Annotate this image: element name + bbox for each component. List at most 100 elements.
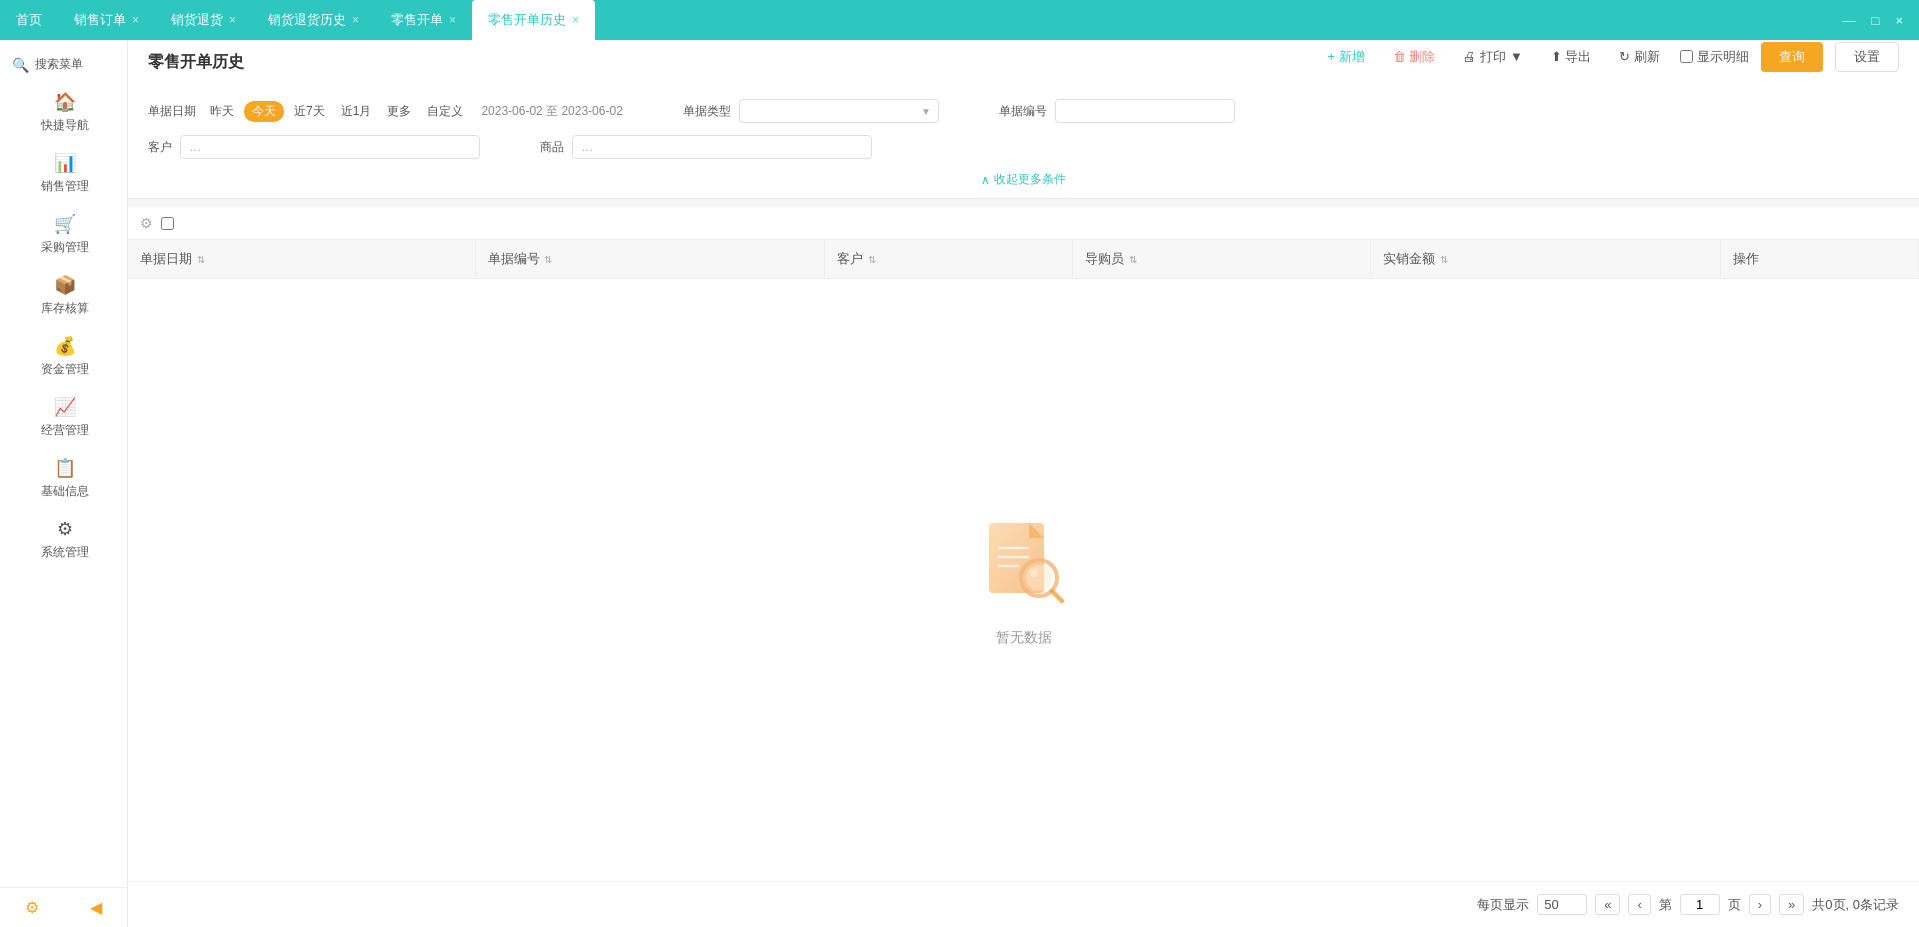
sidebar-collapse-btn[interactable]: ◀	[90, 898, 102, 917]
top-nav-tab-销货退货历史[interactable]: 销货退货历史 ×	[252, 0, 375, 40]
content-area: 零售开单历史 + 新增 🗑 删除 🖨 打印 ▼ ⬆ 导出 ↻ 刷新 显示明细 查…	[128, 40, 1919, 927]
table-area: ⚙ 单据日期 ⇅单据编号 ⇅客户 ⇅导购员 ⇅实销金额 ⇅操作	[128, 207, 1919, 881]
delete-button[interactable]: 🗑 删除	[1385, 44, 1444, 70]
tab-label: 销货退货历史	[268, 11, 346, 29]
sidebar-bottom: ⚙ ◀	[0, 887, 127, 927]
sort-icon-2: ⇅	[865, 254, 876, 265]
sidebar-search-label: 搜索菜单	[35, 56, 83, 73]
top-nav-tab-销货退货[interactable]: 销货退货×	[155, 0, 252, 40]
customer-input[interactable]: …	[180, 135, 480, 159]
date-btn-1[interactable]: 今天	[244, 101, 284, 122]
col-header-1[interactable]: 单据编号 ⇅	[475, 240, 824, 279]
col-header-0[interactable]: 单据日期 ⇅	[128, 240, 475, 279]
main-layout: 🔍 搜索菜单 🏠快捷导航📊销售管理🛒采购管理 📦 库存核算 💰资金管理📈经营管理📋基础…	[0, 40, 1919, 927]
sidebar-item-3[interactable]: 📦 库存核算	[38, 264, 89, 325]
empty-state: 暂无数据	[128, 279, 1919, 881]
empty-text: 暂无数据	[996, 629, 1052, 647]
date-range-text: 2023-06-02 至 2023-06-02	[481, 103, 622, 120]
sidebar-item-2[interactable]: 🛒采购管理	[38, 203, 89, 264]
sidebar-search[interactable]: 🔍 搜索菜单	[0, 48, 127, 81]
per-page-select[interactable]: 10 20 50 100	[1537, 894, 1587, 915]
sidebar-item-5[interactable]: 📈经营管理	[38, 386, 89, 447]
sidebar-item-4[interactable]: 💰资金管理	[38, 325, 89, 386]
filter-bill-number-group: 单据编号	[999, 99, 1235, 123]
window-maximize-btn[interactable]: □	[1872, 13, 1880, 28]
tab-label: 销售订单	[74, 11, 126, 29]
per-page-select-wrap: 10 20 50 100	[1537, 894, 1587, 915]
sidebar-item-0[interactable]: 🏠快捷导航	[38, 81, 89, 142]
tab-close-btn[interactable]: ×	[352, 13, 359, 27]
sidebar: 🔍 搜索菜单 🏠快捷导航📊销售管理🛒采购管理 📦 库存核算 💰资金管理📈经营管理📋基础…	[0, 40, 128, 927]
collapse-icon: ∧	[981, 173, 990, 187]
col-header-4[interactable]: 实销金额 ⇅	[1371, 240, 1720, 279]
sidebar-icon-4: 💰	[54, 335, 76, 357]
sidebar-items-container: 🏠快捷导航📊销售管理🛒采购管理 📦 库存核算 💰资金管理📈经营管理📋基础信息⚙系统管理	[38, 81, 89, 569]
top-nav-bar: 首页销售订单×销货退货×销货退货历史×零售开单×零售开单历史× — □ ×	[0, 0, 1919, 40]
display-detail-check[interactable]	[1680, 50, 1693, 63]
bill-type-select[interactable]	[739, 99, 939, 123]
bill-type-select-wrap	[739, 99, 939, 123]
col-header-3[interactable]: 导购员 ⇅	[1072, 240, 1371, 279]
sidebar-settings-btn[interactable]: ⚙	[25, 898, 39, 917]
export-button[interactable]: ⬆ 导出	[1543, 44, 1600, 70]
top-nav-tab-销售订单[interactable]: 销售订单 ×	[58, 0, 155, 40]
svg-point-8	[1030, 569, 1038, 577]
date-btn-0[interactable]: 昨天	[204, 101, 240, 122]
tab-close-btn[interactable]: ×	[572, 13, 579, 27]
table-header: 单据日期 ⇅单据编号 ⇅客户 ⇅导购员 ⇅实销金额 ⇅操作	[128, 240, 1919, 279]
bill-number-input[interactable]	[1055, 99, 1235, 123]
pagination-bar: 每页显示 10 20 50 100 « ‹ 第 页 › » 共0页, 0条记录	[128, 881, 1919, 927]
empty-icon	[974, 513, 1074, 613]
sidebar-item-7[interactable]: ⚙系统管理	[38, 508, 89, 569]
display-detail-checkbox[interactable]: 显示明细	[1680, 48, 1749, 66]
add-button[interactable]: + 新增	[1319, 44, 1372, 70]
select-all-checkbox[interactable]	[161, 217, 174, 230]
sidebar-item-1[interactable]: 📊销售管理	[38, 142, 89, 203]
svg-point-6	[1026, 565, 1052, 591]
refresh-button[interactable]: ↻ 刷新	[1611, 44, 1668, 70]
per-page-label: 每页显示	[1477, 896, 1529, 914]
bill-number-label: 单据编号	[999, 103, 1047, 120]
filter-row-1: 单据日期 昨天今天近7天近1月更多自定义 2023-06-02 至 2023-0…	[148, 99, 1899, 123]
bill-type-label: 单据类型	[683, 103, 731, 120]
date-btn-5[interactable]: 自定义	[421, 101, 469, 122]
print-button[interactable]: 🖨 打印 ▼	[1455, 44, 1531, 70]
filter-product-group: 商品 …	[540, 135, 872, 159]
data-table: 单据日期 ⇅单据编号 ⇅客户 ⇅导购员 ⇅实销金额 ⇅操作	[128, 240, 1919, 279]
settings-button[interactable]: 设置	[1835, 42, 1899, 72]
window-close-btn[interactable]: ×	[1895, 13, 1903, 28]
date-btn-3[interactable]: 近1月	[335, 101, 378, 122]
top-nav-tab-零售开单[interactable]: 零售开单×	[375, 0, 472, 40]
table-header-row: 单据日期 ⇅单据编号 ⇅客户 ⇅导购员 ⇅实销金额 ⇅操作	[128, 240, 1919, 279]
search-icon: 🔍	[12, 57, 29, 73]
page-title: 零售开单历史	[148, 53, 244, 70]
sidebar-label-7: 系统管理	[41, 544, 89, 561]
sidebar-item-6[interactable]: 📋基础信息	[38, 447, 89, 508]
query-button[interactable]: 查询	[1761, 42, 1823, 72]
collapse-button[interactable]: ∧ 收起更多条件	[148, 171, 1899, 188]
filter-row-2: 客户 … 商品 …	[148, 135, 1899, 159]
prev-page-btn[interactable]: ‹	[1628, 894, 1650, 915]
window-minimize-btn[interactable]: —	[1843, 13, 1856, 28]
product-input[interactable]: …	[572, 135, 872, 159]
sidebar-icon-1: 📊	[54, 152, 76, 174]
tab-close-btn[interactable]: ×	[449, 13, 456, 27]
empty-illustration	[974, 513, 1074, 613]
top-nav-tab-零售开单历史[interactable]: 零售开单历史×	[472, 0, 595, 40]
tab-close-btn[interactable]: ×	[132, 13, 139, 27]
col-header-2[interactable]: 客户 ⇅	[824, 240, 1072, 279]
table-settings-icon[interactable]: ⚙	[140, 215, 153, 231]
tab-label: 首页	[16, 11, 42, 29]
last-page-btn[interactable]: »	[1779, 894, 1804, 915]
sidebar-label-3: 库存核算	[41, 300, 89, 317]
sidebar-label-6: 基础信息	[41, 483, 89, 500]
date-btn-2[interactable]: 近7天	[288, 101, 331, 122]
date-btn-4[interactable]: 更多	[381, 101, 417, 122]
sidebar-icon-3: 📦	[54, 274, 76, 296]
top-nav-tab-首页[interactable]: 首页	[0, 0, 58, 40]
page-input[interactable]	[1680, 894, 1720, 915]
date-btns-container: 昨天今天近7天近1月更多自定义	[204, 101, 469, 122]
next-page-btn[interactable]: ›	[1749, 894, 1771, 915]
first-page-btn[interactable]: «	[1595, 894, 1620, 915]
tab-close-btn[interactable]: ×	[229, 13, 236, 27]
